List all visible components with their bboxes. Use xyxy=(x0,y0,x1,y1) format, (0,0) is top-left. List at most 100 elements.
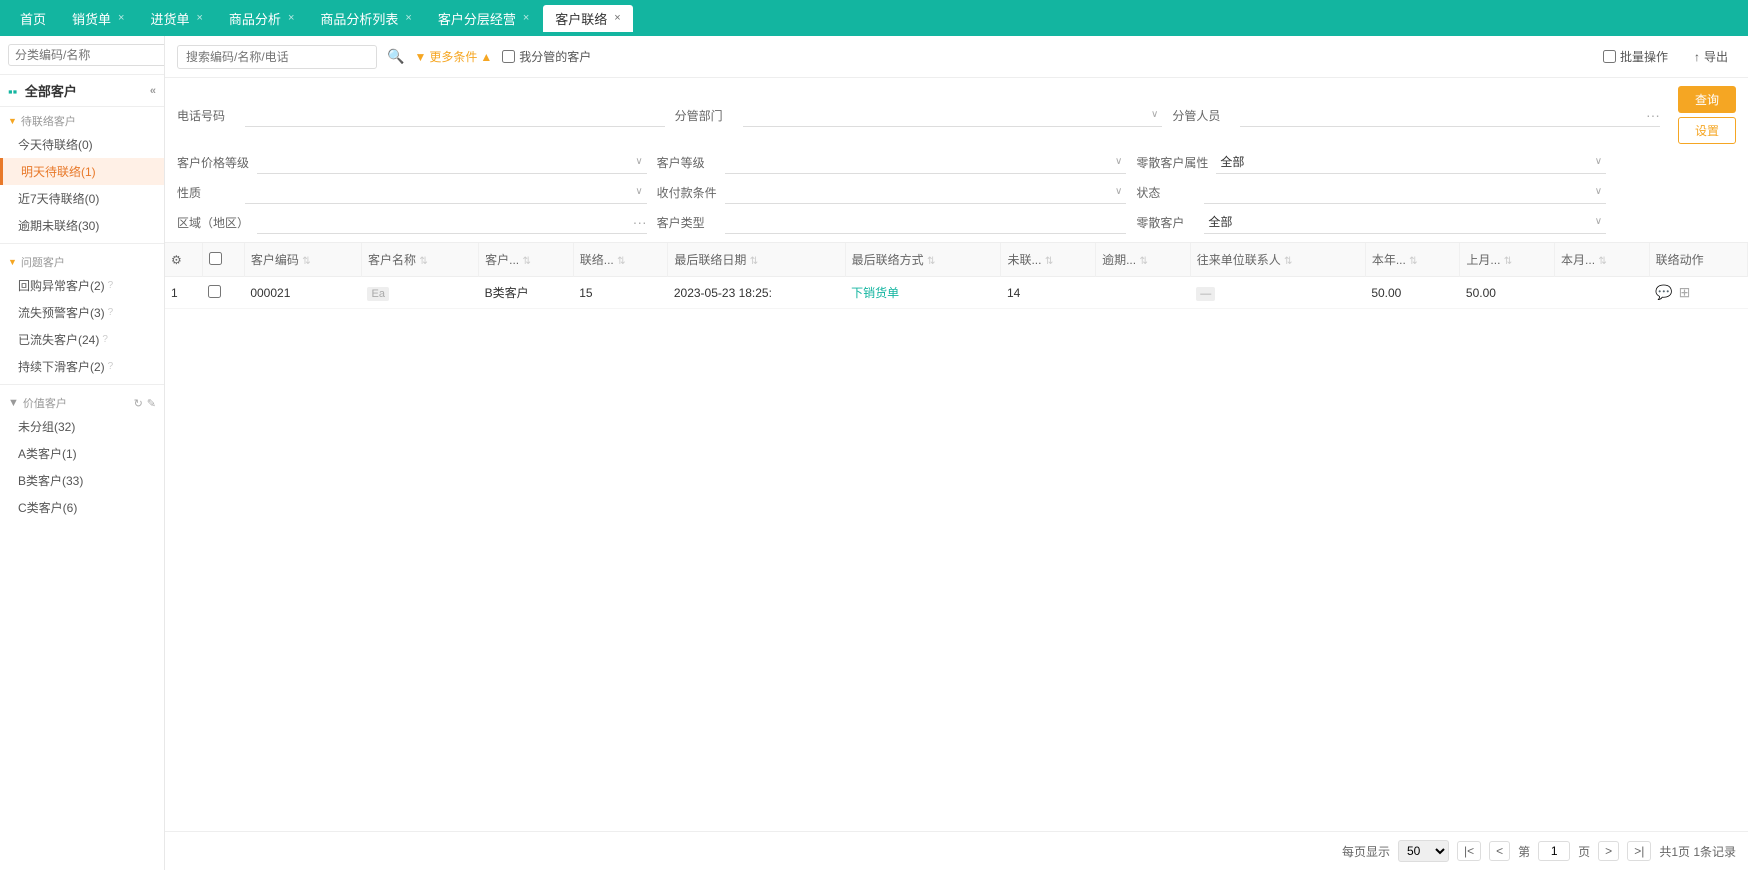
nature-select[interactable]: ∨ xyxy=(245,180,647,204)
sidebar-all-customers[interactable]: ▪▪ 全部客户 « xyxy=(0,75,164,107)
grid-icon[interactable]: ⊞ xyxy=(1679,284,1691,301)
th-last-contact-date[interactable]: 最后联络日期 ⇅ xyxy=(668,243,845,277)
sidebar-item-tomorrow-contact[interactable]: 明天待联络(1) xyxy=(0,158,164,185)
nav-purchase[interactable]: 进货单 × xyxy=(138,5,214,32)
last-page-button[interactable]: >| xyxy=(1627,841,1651,861)
sidebar-item-c-class[interactable]: C类客户(6) xyxy=(0,494,164,521)
close-product-analysis-list-icon[interactable]: × xyxy=(405,12,411,24)
th-last-contact-way[interactable]: 最后联络方式 ⇅ xyxy=(845,243,1001,277)
region-dots[interactable]: ··· xyxy=(633,214,647,230)
filter-division-dept: 分管部门 ∨ xyxy=(675,103,1163,127)
export-button[interactable]: ↑ 导出 xyxy=(1686,44,1736,69)
customer-table-container: ⚙ 客户编码 ⇅ 客户名称 ⇅ 客户... ⇅ xyxy=(165,243,1748,831)
sidebar-item-churned[interactable]: 已流失客户(24) ? xyxy=(0,326,164,353)
refresh-icon[interactable]: ↻ xyxy=(134,397,143,410)
set-button[interactable]: 设置 xyxy=(1678,117,1736,144)
page-number-input[interactable] xyxy=(1538,841,1570,861)
customer-level-select[interactable]: ∨ xyxy=(725,150,1127,174)
next-page-button[interactable]: > xyxy=(1598,841,1619,861)
retail-customer-select[interactable]: 全部 ∨ xyxy=(1204,210,1606,234)
close-customer-segment-icon[interactable]: × xyxy=(523,12,529,24)
status-select[interactable]: ∨ xyxy=(1204,180,1606,204)
query-button[interactable]: 查询 xyxy=(1678,86,1736,113)
sidebar-item-overdue-contact[interactable]: 逾期未联络(30) xyxy=(0,212,164,239)
filter-search-input[interactable] xyxy=(177,45,377,69)
sidebar-item-repurchase-abnormal[interactable]: 回购异常客户(2) ? xyxy=(0,272,164,299)
phone-input-line[interactable] xyxy=(245,103,665,127)
help-icon-2: ? xyxy=(108,307,114,318)
th-not-contact[interactable]: 未联... ⇅ xyxy=(1001,243,1096,277)
batch-op-checkbox[interactable] xyxy=(1603,50,1616,63)
customer-type-select[interactable] xyxy=(725,210,1127,234)
edit-icon[interactable]: ✎ xyxy=(147,397,156,410)
prev-page-button[interactable]: < xyxy=(1489,841,1510,861)
nav-customer-segment[interactable]: 客户分层经营 × xyxy=(426,5,541,32)
export-icon: ↑ xyxy=(1694,50,1700,64)
th-last-month[interactable]: 上月... ⇅ xyxy=(1460,243,1555,277)
my-customers-checkbox-label[interactable]: 我分管的客户 xyxy=(502,48,591,65)
nav-product-analysis-list[interactable]: 商品分析列表 × xyxy=(308,5,423,32)
close-sales-icon[interactable]: × xyxy=(118,12,124,24)
row-checkbox[interactable] xyxy=(208,285,221,298)
sidebar-item-churn-warning[interactable]: 流失预警客户(3) ? xyxy=(0,299,164,326)
batch-op-button[interactable]: 批量操作 xyxy=(1595,44,1676,69)
filter-search-button[interactable]: 🔍 xyxy=(387,48,404,65)
last-contact-way-link[interactable]: 下销货单 xyxy=(851,286,899,300)
select-all-checkbox[interactable] xyxy=(209,252,222,265)
payment-select[interactable]: ∨ xyxy=(725,180,1127,204)
close-customer-contact-icon[interactable]: × xyxy=(614,12,620,24)
sidebar-item-today-contact[interactable]: 今天待联络(0) xyxy=(0,131,164,158)
first-page-button[interactable]: |< xyxy=(1457,841,1481,861)
sort-tm-icon: ⇅ xyxy=(1598,256,1606,267)
filter-division-person: 分管人员 ··· xyxy=(1172,103,1660,127)
division-dept-select[interactable]: ∨ xyxy=(743,103,1163,127)
chat-icon[interactable]: 💬 xyxy=(1655,284,1672,301)
my-customers-checkbox[interactable] xyxy=(502,50,515,63)
th-this-year[interactable]: 本年... ⇅ xyxy=(1365,243,1460,277)
nav-product-analysis[interactable]: 商品分析 × xyxy=(217,5,306,32)
th-contact[interactable]: 联络... ⇅ xyxy=(573,243,668,277)
page-size-select[interactable]: 50 100 200 xyxy=(1398,840,1449,862)
help-icon-1: ? xyxy=(108,280,114,291)
nav-customer-contact-label: 客户联络 xyxy=(555,9,607,28)
filter-row-2: 客户价格等级 ∨ 客户等级 ∨ 零散客户属性 全部 xyxy=(177,150,1736,174)
division-dept-caret: ∨ xyxy=(1151,109,1158,120)
th-name[interactable]: 客户名称 ⇅ xyxy=(361,243,478,277)
close-purchase-icon[interactable]: × xyxy=(196,12,202,24)
filter-icon: ▼ xyxy=(414,50,426,64)
sidebar-item-ungroup[interactable]: 未分组(32) xyxy=(0,413,164,440)
more-conditions-button[interactable]: ▼ 更多条件 ▲ xyxy=(414,48,492,65)
division-person-dots[interactable]: ··· xyxy=(1646,107,1660,123)
retail-attr-caret: ∨ xyxy=(1595,156,1602,167)
th-unit-contact[interactable]: 往来单位联系人 ⇅ xyxy=(1190,243,1365,277)
filter-retail-customer: 零散客户 全部 ∨ xyxy=(1136,210,1606,234)
sidebar-collapse-icon[interactable]: « xyxy=(150,85,156,97)
retail-attr-select[interactable]: 全部 ∨ xyxy=(1216,150,1606,174)
close-product-analysis-icon[interactable]: × xyxy=(288,12,294,24)
customer-price-select[interactable]: ∨ xyxy=(257,150,647,174)
sidebar-item-7days-contact[interactable]: 近7天待联络(0) xyxy=(0,185,164,212)
payment-caret: ∨ xyxy=(1115,186,1122,197)
nav-home[interactable]: 首页 xyxy=(8,5,58,32)
sidebar-search-input[interactable] xyxy=(8,44,165,66)
sidebar-item-b-class[interactable]: B类客户(33) xyxy=(0,467,164,494)
th-this-month[interactable]: 本月... ⇅ xyxy=(1555,243,1650,277)
td-checkbox[interactable] xyxy=(202,277,244,309)
nav-sales[interactable]: 销货单 × xyxy=(60,5,136,32)
td-this-year: 50.00 xyxy=(1365,277,1460,309)
nav-customer-contact[interactable]: 客户联络 × xyxy=(543,5,632,32)
region-input[interactable]: ··· xyxy=(257,210,647,234)
sidebar-item-declining[interactable]: 持续下滑客户(2) ? xyxy=(0,353,164,380)
filter-customer-price: 客户价格等级 ∨ xyxy=(177,150,647,174)
td-contact-count: 15 xyxy=(573,277,668,309)
division-person-input[interactable]: ··· xyxy=(1240,103,1660,127)
th-code[interactable]: 客户编码 ⇅ xyxy=(244,243,361,277)
th-overdue[interactable]: 逾期... ⇅ xyxy=(1096,243,1191,277)
sidebar-item-a-class[interactable]: A类客户(1) xyxy=(0,440,164,467)
td-last-contact-way[interactable]: 下销货单 xyxy=(845,277,1001,309)
filter-retail-attr: 零散客户属性 全部 ∨ xyxy=(1136,150,1606,174)
th-gear[interactable]: ⚙ xyxy=(165,243,202,277)
th-checkbox[interactable] xyxy=(202,243,244,277)
nav-customer-segment-label: 客户分层经营 xyxy=(438,9,516,28)
th-type[interactable]: 客户... ⇅ xyxy=(479,243,574,277)
